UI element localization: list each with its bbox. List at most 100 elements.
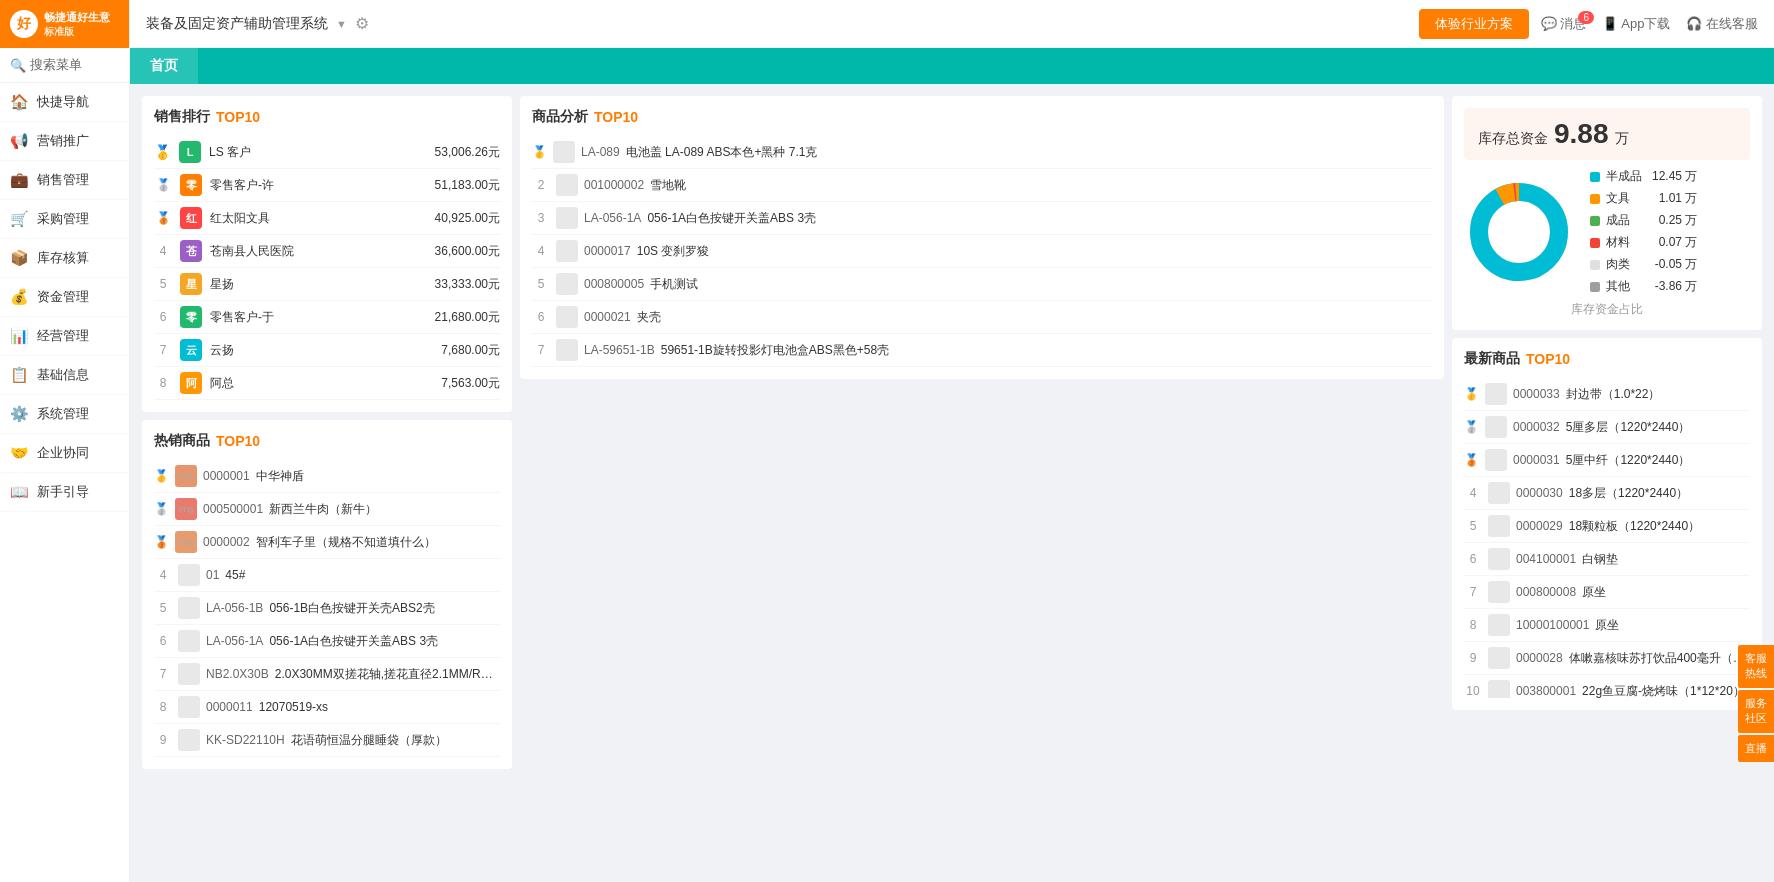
sidebar-item-qiye[interactable]: 🤝 企业协同 bbox=[0, 434, 129, 473]
float-service: 客服热线 服务社区 直播 bbox=[1738, 645, 1774, 762]
legend-item: 半成品 12.45 万 bbox=[1590, 168, 1697, 185]
hot-products-list: 🥇 img 0000001 中华神盾 🥈 img 000500001 新西兰牛肉… bbox=[154, 460, 500, 757]
prod-thumb bbox=[1488, 482, 1510, 504]
float-zhibo[interactable]: 直播 bbox=[1738, 735, 1774, 762]
prod-thumb bbox=[1485, 416, 1507, 438]
new-products-list: 🥇 0000033 封边带（1.0*22） 🥈 0000032 5厘多层（122… bbox=[1464, 378, 1750, 698]
float-kefu[interactable]: 客服热线 bbox=[1738, 645, 1774, 688]
yingxiao-icon: 📢 bbox=[10, 132, 29, 150]
phone-icon: 📱 bbox=[1602, 16, 1618, 31]
prod-thumb: img bbox=[175, 498, 197, 520]
rank-item: 🥉 红 红太阳文具 40,925.00元 bbox=[154, 202, 500, 235]
prod-thumb bbox=[178, 597, 200, 619]
prod-thumb bbox=[1488, 515, 1510, 537]
prod-rank-item: 9 KK-SD22110H 花语萌恒温分腿睡袋（厚款） bbox=[154, 724, 500, 757]
gear-icon[interactable]: ⚙ bbox=[355, 14, 369, 33]
legend-color bbox=[1590, 172, 1600, 182]
rank-item: 4 苍 苍南县人民医院 36,600.00元 bbox=[154, 235, 500, 268]
prod-thumb bbox=[556, 207, 578, 229]
qiye-icon: 🤝 bbox=[10, 444, 29, 462]
sidebar-search[interactable]: 🔍 搜索菜单 bbox=[0, 48, 129, 83]
kucun-icon: 📦 bbox=[10, 249, 29, 267]
inventory-card: 库存总资金 9.88 万 bbox=[1452, 96, 1762, 330]
search-icon: 🔍 bbox=[10, 58, 26, 73]
main-area: 装备及固定资产辅助管理系统 ▼ ⚙ 体验行业方案 💬 消息 6 📱 App下载 … bbox=[130, 0, 1774, 882]
xinshou-icon: 📖 bbox=[10, 483, 29, 501]
jingying-icon: 📊 bbox=[10, 327, 29, 345]
sidebar: 好 畅捷通好生意 标准版 🔍 搜索菜单 🏠 快捷导航 📢 营销推广 💼 销售管理… bbox=[0, 0, 130, 882]
prod-rank-item: 10 003800001 22g鱼豆腐-烧烤味（1*12*20） bbox=[1464, 675, 1750, 698]
customer-rank-card: 销售排行 TOP10 🥇 L LS 客户 53,006.26元 🥈 零 bbox=[142, 96, 512, 412]
system-name: 装备及固定资产辅助管理系统 bbox=[146, 15, 328, 33]
right-panel: 库存总资金 9.88 万 bbox=[1452, 96, 1762, 870]
sidebar-item-kucun[interactable]: 📦 库存核算 bbox=[0, 239, 129, 278]
inventory-summary: 库存总资金 9.88 万 bbox=[1464, 108, 1750, 160]
sidebar-item-jingying[interactable]: 📊 经营管理 bbox=[0, 317, 129, 356]
sidebar-item-kuaijie[interactable]: 🏠 快捷导航 bbox=[0, 83, 129, 122]
logo-main-text: 畅捷通好生意 bbox=[44, 10, 110, 24]
rank-avatar: 星 bbox=[180, 273, 202, 295]
sidebar-item-xitong[interactable]: ⚙️ 系统管理 bbox=[0, 395, 129, 434]
legend-item: 文具 1.01 万 bbox=[1590, 190, 1697, 207]
prod-thumb: img bbox=[175, 531, 197, 553]
sidebar-item-xinshou[interactable]: 📖 新手引导 bbox=[0, 473, 129, 512]
prod-rank-item: 4 0000030 18多层（1220*2440） bbox=[1464, 477, 1750, 510]
legend-color bbox=[1590, 260, 1600, 270]
prod-thumb bbox=[178, 663, 200, 685]
rank-avatar: 苍 bbox=[180, 240, 202, 262]
topbar-title: 装备及固定资产辅助管理系统 ▼ ⚙ bbox=[146, 14, 1407, 33]
experience-btn[interactable]: 体验行业方案 bbox=[1419, 9, 1529, 39]
legend-item: 材料 0.07 万 bbox=[1590, 234, 1697, 251]
sidebar-item-caigou[interactable]: 🛒 采购管理 bbox=[0, 200, 129, 239]
dropdown-icon[interactable]: ▼ bbox=[336, 18, 347, 30]
rank-item: 7 云 云扬 7,680.00元 bbox=[154, 334, 500, 367]
prod-thumb bbox=[178, 564, 200, 586]
topbar-right: 💬 消息 6 📱 App下载 🎧 在线客服 bbox=[1541, 15, 1758, 33]
online-service[interactable]: 🎧 在线客服 bbox=[1686, 15, 1758, 33]
prod-rank-item: 🥇 img 0000001 中华神盾 bbox=[154, 460, 500, 493]
legend-color bbox=[1590, 282, 1600, 292]
xitong-icon: ⚙️ bbox=[10, 405, 29, 423]
prod-thumb bbox=[178, 630, 200, 652]
tab-home[interactable]: 首页 bbox=[130, 48, 198, 84]
prod-rank-item: 5 000800005 手机测试 bbox=[532, 268, 1432, 301]
sidebar-item-jichu[interactable]: 📋 基础信息 bbox=[0, 356, 129, 395]
sidebar-logo: 好 畅捷通好生意 标准版 bbox=[0, 0, 129, 48]
prod-thumb bbox=[1488, 680, 1510, 698]
prod-thumb bbox=[178, 696, 200, 718]
rank-avatar: L bbox=[179, 141, 201, 163]
prod-rank-item: 3 LA-056-1A 056-1A白色按键开关盖ABS 3壳 bbox=[532, 202, 1432, 235]
app-download[interactable]: 📱 App下载 bbox=[1602, 15, 1670, 33]
inventory-legend: 半成品 12.45 万 文具 1.01 万 成品 0.25 万 bbox=[1590, 168, 1697, 295]
donut-chart-area: 半成品 12.45 万 文具 1.01 万 成品 0.25 万 bbox=[1464, 168, 1750, 295]
sold-products-list: 🥇 LA-089 电池盖 LA-089 ABS本色+黑种 7.1克 2 0010… bbox=[532, 136, 1432, 367]
svg-point-1 bbox=[1479, 192, 1559, 272]
prod-rank-item: 6 004100001 白钢垫 bbox=[1464, 543, 1750, 576]
rank-item: 🥇 L LS 客户 53,006.26元 bbox=[154, 136, 500, 169]
prod-rank-item: 7 LA-59651-1B 59651-1B旋转投影灯电池盒ABS黑色+58壳 bbox=[532, 334, 1432, 367]
prod-rank-item: 2 001000002 雪地靴 bbox=[532, 169, 1432, 202]
prod-thumb bbox=[556, 240, 578, 262]
prod-rank-item: 6 0000021 夹壳 bbox=[532, 301, 1432, 334]
sidebar-item-xiaoshou[interactable]: 💼 销售管理 bbox=[0, 161, 129, 200]
donut-chart bbox=[1464, 177, 1574, 287]
new-products-card: 最新商品 TOP10 🥇 0000033 封边带（1.0*22） 🥈 00000… bbox=[1452, 338, 1762, 710]
float-fuwu[interactable]: 服务社区 bbox=[1738, 690, 1774, 733]
prod-rank-item: 4 0000017 10S 变刹罗狻 bbox=[532, 235, 1432, 268]
rank-avatar: 红 bbox=[180, 207, 202, 229]
sidebar-item-yingxiao[interactable]: 📢 营销推广 bbox=[0, 122, 129, 161]
prod-thumb bbox=[556, 306, 578, 328]
prod-rank-item: 7 000800008 原坐 bbox=[1464, 576, 1750, 609]
hot-products-card: 热销商品 TOP10 🥇 img 0000001 中华神盾 🥈 img 0005… bbox=[142, 420, 512, 769]
prod-rank-item: 🥇 0000033 封边带（1.0*22） bbox=[1464, 378, 1750, 411]
topbar: 装备及固定资产辅助管理系统 ▼ ⚙ 体验行业方案 💬 消息 6 📱 App下载 … bbox=[130, 0, 1774, 48]
message-badge[interactable]: 💬 消息 6 bbox=[1541, 15, 1587, 33]
message-icon: 💬 bbox=[1541, 16, 1557, 31]
prod-rank-item: 8 0000011 12070519-xs bbox=[154, 691, 500, 724]
prod-rank-item: 4 01 45# bbox=[154, 559, 500, 592]
prod-rank-item: 🥉 0000031 5厘中纤（1220*2440） bbox=[1464, 444, 1750, 477]
prod-rank-item: 🥈 0000032 5厘多层（1220*2440） bbox=[1464, 411, 1750, 444]
sidebar-item-zijin[interactable]: 💰 资金管理 bbox=[0, 278, 129, 317]
rank-item: 8 阿 阿总 7,563.00元 bbox=[154, 367, 500, 400]
prod-rank-item: 7 NB2.0X30B 2.0X30MM双搓花轴,搓花直径2.1MM/ROHS bbox=[154, 658, 500, 691]
